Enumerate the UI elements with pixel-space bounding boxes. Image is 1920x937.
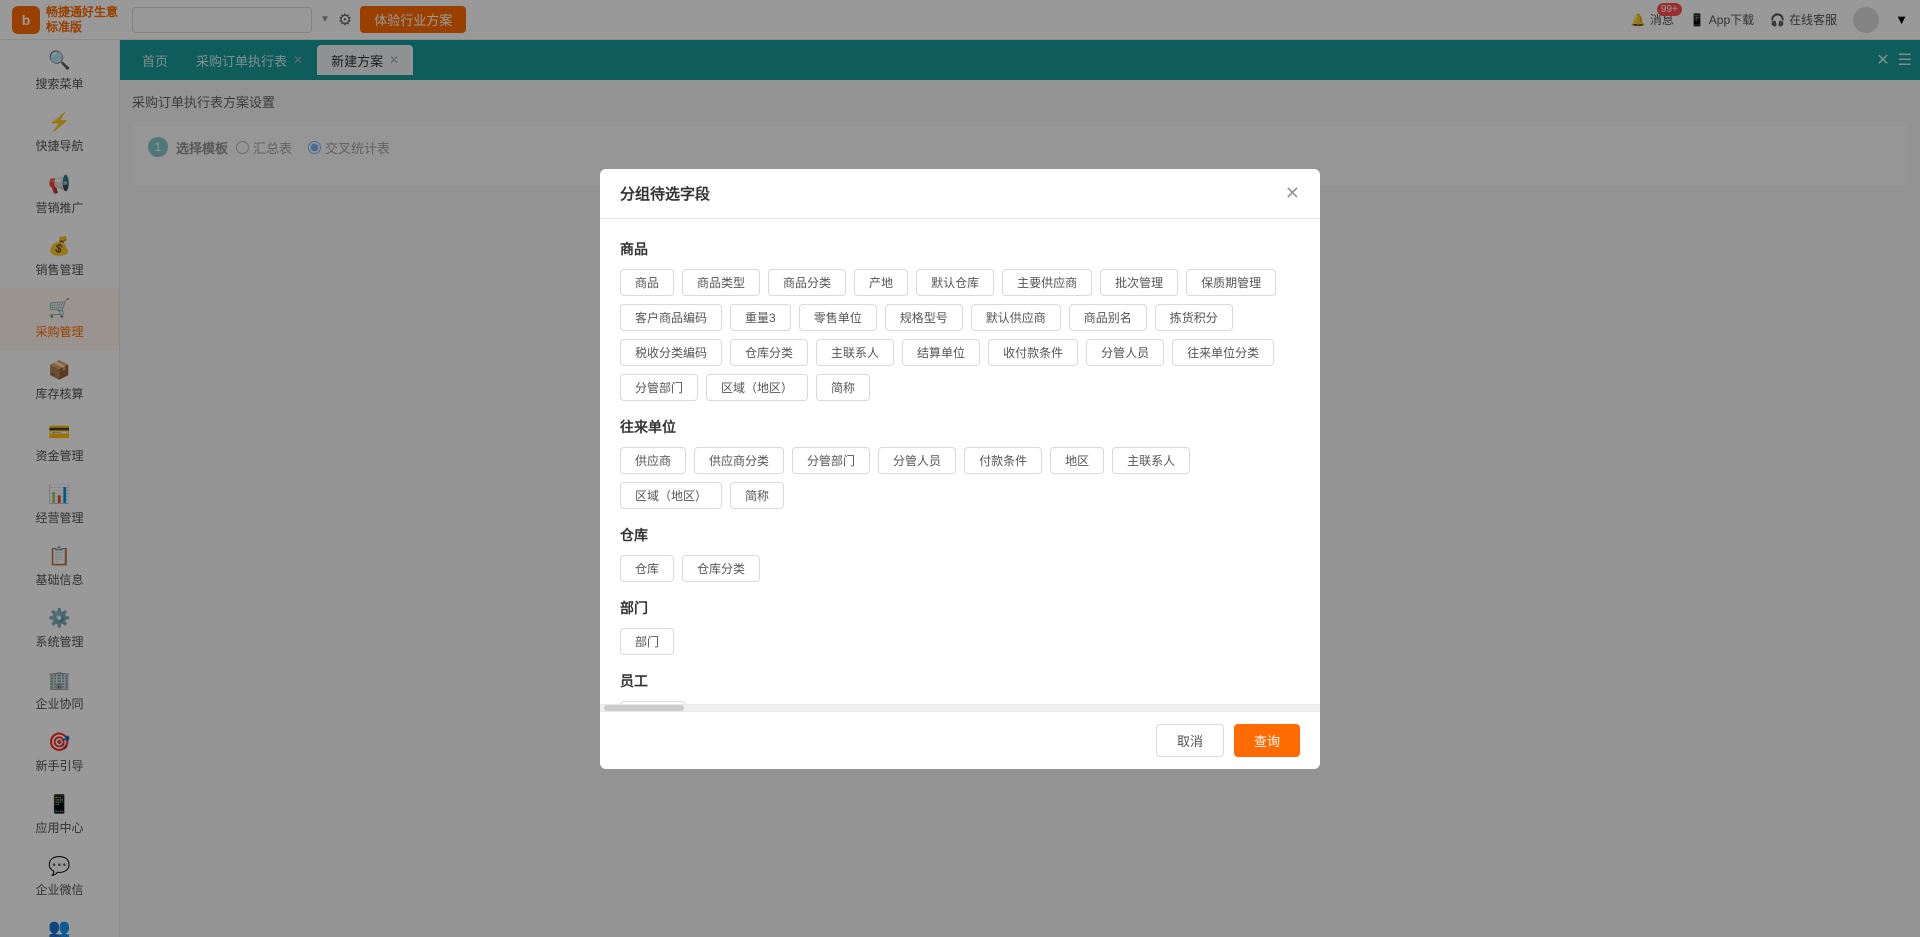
field-tag[interactable]: 重量3 <box>730 304 791 331</box>
field-tag[interactable]: 规格型号 <box>885 304 963 331</box>
field-tag[interactable]: 拣货积分 <box>1155 304 1233 331</box>
horizontal-scrollbar[interactable] <box>600 704 1320 711</box>
field-tag[interactable]: 供应商 <box>620 447 686 474</box>
modal-title: 分组待选字段 <box>620 183 710 204</box>
field-tag[interactable]: 区域（地区） <box>706 374 808 401</box>
field-tag[interactable]: 分管人员 <box>1086 339 1164 366</box>
modal-overlay: 分组待选字段 ✕ 商品商品商品类型商品分类产地默认仓库主要供应商批次管理保质期管… <box>0 0 1920 937</box>
field-tag[interactable]: 地区 <box>1050 447 1104 474</box>
field-tag[interactable]: 付款条件 <box>964 447 1042 474</box>
field-tag[interactable]: 主联系人 <box>816 339 894 366</box>
field-tag[interactable]: 主联系人 <box>1112 447 1190 474</box>
field-tag[interactable]: 收付款条件 <box>988 339 1078 366</box>
field-tag[interactable]: 主要供应商 <box>1002 269 1092 296</box>
modal-footer: 取消 查询 <box>600 711 1320 769</box>
modal-close-button[interactable]: ✕ <box>1285 183 1300 204</box>
field-tag[interactable]: 保质期管理 <box>1186 269 1276 296</box>
section-title-往来单位: 往来单位 <box>620 417 1300 437</box>
field-tag[interactable]: 区域（地区） <box>620 482 722 509</box>
field-tag[interactable]: 仓库分类 <box>682 555 760 582</box>
field-tag[interactable]: 默认供应商 <box>971 304 1061 331</box>
section-title-仓库: 仓库 <box>620 525 1300 545</box>
field-tag[interactable]: 仓库分类 <box>730 339 808 366</box>
field-tag[interactable]: 默认仓库 <box>916 269 994 296</box>
field-tag[interactable]: 商品别名 <box>1069 304 1147 331</box>
field-tag[interactable]: 分管部门 <box>792 447 870 474</box>
field-tag[interactable]: 零售单位 <box>799 304 877 331</box>
field-tag[interactable]: 往来单位分类 <box>1172 339 1274 366</box>
field-tag[interactable]: 税收分类编码 <box>620 339 722 366</box>
section-title-商品: 商品 <box>620 239 1300 259</box>
field-tag[interactable]: 简称 <box>816 374 870 401</box>
modal-header: 分组待选字段 ✕ <box>600 169 1320 219</box>
field-tag[interactable]: 产地 <box>854 269 908 296</box>
field-grid-往来单位: 供应商供应商分类分管部门分管人员付款条件地区主联系人区域（地区） 简称 <box>620 447 1300 509</box>
field-tag[interactable]: 商品类型 <box>682 269 760 296</box>
field-tag[interactable]: 批次管理 <box>1100 269 1178 296</box>
field-tag[interactable]: 商品分类 <box>768 269 846 296</box>
field-tag[interactable]: 分管部门 <box>620 374 698 401</box>
field-grid-商品: 商品商品类型商品分类产地默认仓库主要供应商批次管理保质期管理客户商品编码重量3 零… <box>620 269 1300 401</box>
field-tag[interactable]: 商品 <box>620 269 674 296</box>
field-tag[interactable]: 部门 <box>620 628 674 655</box>
field-tag[interactable]: 供应商分类 <box>694 447 784 474</box>
field-grid-部门: 部门 <box>620 628 1300 655</box>
field-tag[interactable]: 仓库 <box>620 555 674 582</box>
modal-cancel-button[interactable]: 取消 <box>1156 724 1224 757</box>
section-title-部门: 部门 <box>620 598 1300 618</box>
modal-confirm-button[interactable]: 查询 <box>1234 724 1300 757</box>
field-tag[interactable]: 客户商品编码 <box>620 304 722 331</box>
modal-content-inner: 商品商品商品类型商品分类产地默认仓库主要供应商批次管理保质期管理客户商品编码重量… <box>600 219 1320 704</box>
field-tag[interactable]: 结算单位 <box>902 339 980 366</box>
field-grid-仓库: 仓库仓库分类 <box>620 555 1300 582</box>
modal-body: 商品商品商品类型商品分类产地默认仓库主要供应商批次管理保质期管理客户商品编码重量… <box>600 219 1320 704</box>
field-tag[interactable]: 分管人员 <box>878 447 956 474</box>
field-tag[interactable]: 简称 <box>730 482 784 509</box>
modal-group-fields: 分组待选字段 ✕ 商品商品商品类型商品分类产地默认仓库主要供应商批次管理保质期管… <box>600 169 1320 769</box>
section-title-员工: 员工 <box>620 671 1300 691</box>
